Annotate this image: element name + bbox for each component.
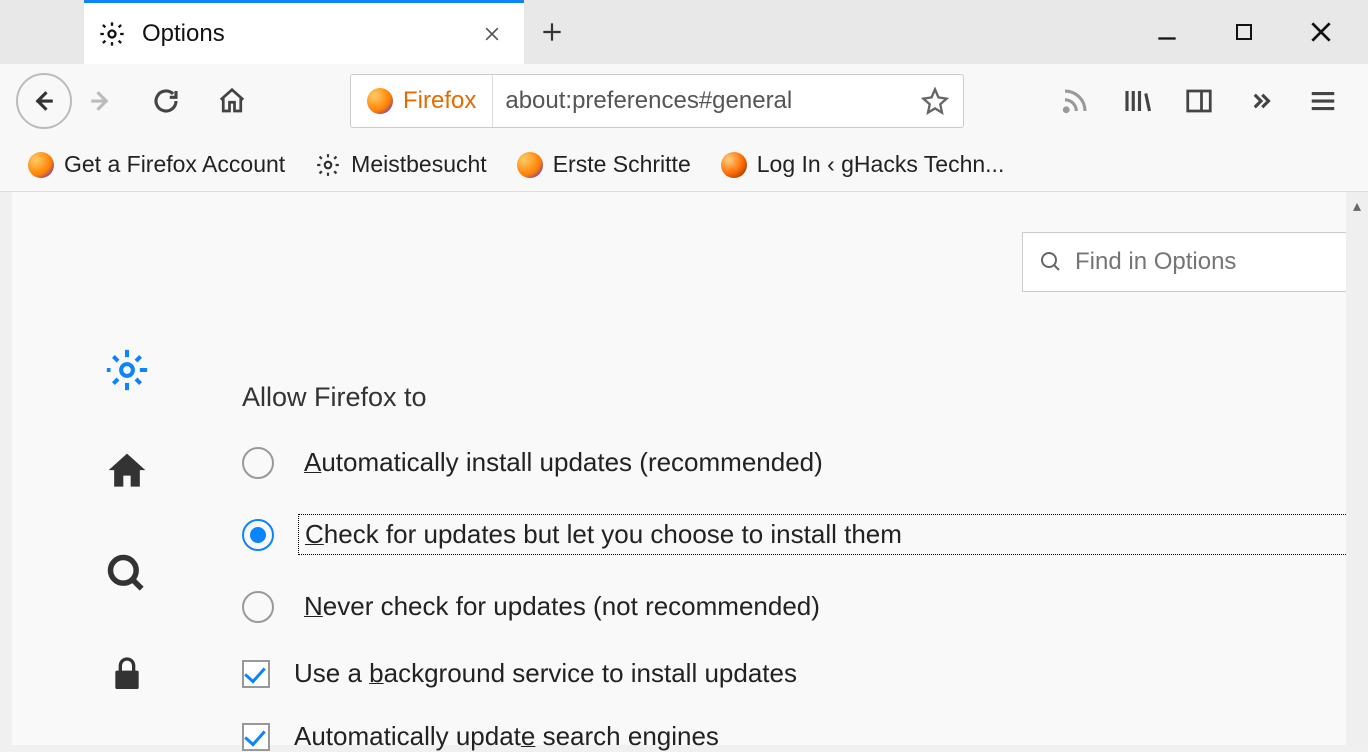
preferences-content: Allow Firefox to Automatically install u…: [12, 192, 1368, 745]
overflow-icon[interactable]: [1246, 86, 1276, 116]
firefox-logo-icon: [517, 152, 543, 178]
forward-button[interactable]: [80, 81, 120, 121]
checkbox-label: Automatically update search engines: [294, 721, 719, 752]
tab-strip: Options: [0, 0, 1368, 64]
library-icon[interactable]: [1122, 86, 1152, 116]
firefox-logo-icon: [28, 152, 54, 178]
reload-button[interactable]: [146, 81, 186, 121]
vertical-scrollbar[interactable]: ▴: [1346, 192, 1368, 745]
radio-icon[interactable]: [242, 519, 274, 551]
radio-label: Automatically install updates (recommend…: [298, 443, 829, 482]
bookmark-erste-schritte[interactable]: Erste Schritte: [517, 151, 691, 178]
bookmark-label: Get a Firefox Account: [64, 151, 285, 178]
radio-label: Check for updates but let you choose to …: [298, 514, 1368, 555]
bookmark-label: Meistbesucht: [351, 151, 487, 178]
check-update-search-engines[interactable]: Automatically update search engines: [242, 721, 1368, 752]
minimize-button[interactable]: [1154, 19, 1180, 45]
category-general[interactable]: [105, 348, 149, 392]
close-tab-button[interactable]: [474, 20, 510, 48]
identity-box[interactable]: Firefox: [351, 75, 493, 127]
category-search[interactable]: [105, 552, 149, 596]
close-window-button[interactable]: [1308, 19, 1334, 45]
menu-button[interactable]: [1308, 86, 1338, 116]
bookmark-label: Log In ‹ gHacks Techn...: [757, 151, 1005, 178]
bookmark-meistbesucht[interactable]: Meistbesucht: [315, 151, 487, 178]
toolbar-right: [1060, 86, 1352, 116]
bookmark-label: Erste Schritte: [553, 151, 691, 178]
bookmarks-toolbar: Get a Firefox Account Meistbesucht Erste…: [0, 138, 1368, 192]
search-input[interactable]: [1075, 248, 1368, 276]
tab-title: Options: [142, 20, 474, 48]
category-home[interactable]: [105, 450, 149, 494]
window-controls: [1154, 0, 1360, 64]
category-list: [12, 192, 242, 745]
checkbox-icon[interactable]: [242, 723, 270, 751]
url-bar[interactable]: Firefox about:preferences#general: [350, 74, 964, 128]
rss-icon[interactable]: [1060, 86, 1090, 116]
home-button[interactable]: [212, 81, 252, 121]
maximize-button[interactable]: [1232, 20, 1256, 44]
radio-auto-install[interactable]: Automatically install updates (recommend…: [242, 443, 1368, 482]
sidebar-icon[interactable]: [1184, 86, 1214, 116]
section-heading: Allow Firefox to: [242, 382, 1368, 413]
url-text[interactable]: about:preferences#general: [493, 87, 907, 115]
back-button[interactable]: [16, 73, 72, 129]
search-icon: [1039, 250, 1063, 274]
checkbox-icon[interactable]: [242, 660, 270, 688]
preferences-main: Allow Firefox to Automatically install u…: [242, 192, 1368, 745]
new-tab-button[interactable]: [524, 0, 580, 64]
firefox-logo-icon: [367, 88, 393, 114]
bookmark-ghacks[interactable]: Log In ‹ gHacks Techn...: [721, 151, 1005, 178]
bookmark-firefox-account[interactable]: Get a Firefox Account: [28, 151, 285, 178]
radio-icon[interactable]: [242, 591, 274, 623]
nav-toolbar: Firefox about:preferences#general: [0, 64, 1368, 138]
search-box[interactable]: [1022, 232, 1368, 292]
site-icon: [721, 152, 747, 178]
check-background-service[interactable]: Use a background service to install upda…: [242, 658, 1368, 689]
category-privacy[interactable]: [107, 654, 147, 694]
identity-label: Firefox: [403, 87, 476, 115]
scroll-up-arrow[interactable]: ▴: [1346, 192, 1368, 216]
radio-label: Never check for updates (not recommended…: [298, 587, 826, 626]
radio-icon[interactable]: [242, 447, 274, 479]
checkbox-label: Use a background service to install upda…: [294, 658, 797, 689]
gear-icon: [98, 20, 126, 48]
tab-options[interactable]: Options: [84, 0, 524, 64]
radio-never-check[interactable]: Never check for updates (not recommended…: [242, 587, 1368, 626]
radio-check-updates[interactable]: Check for updates but let you choose to …: [242, 514, 1368, 555]
bookmark-star-button[interactable]: [907, 87, 963, 115]
gear-icon: [315, 152, 341, 178]
